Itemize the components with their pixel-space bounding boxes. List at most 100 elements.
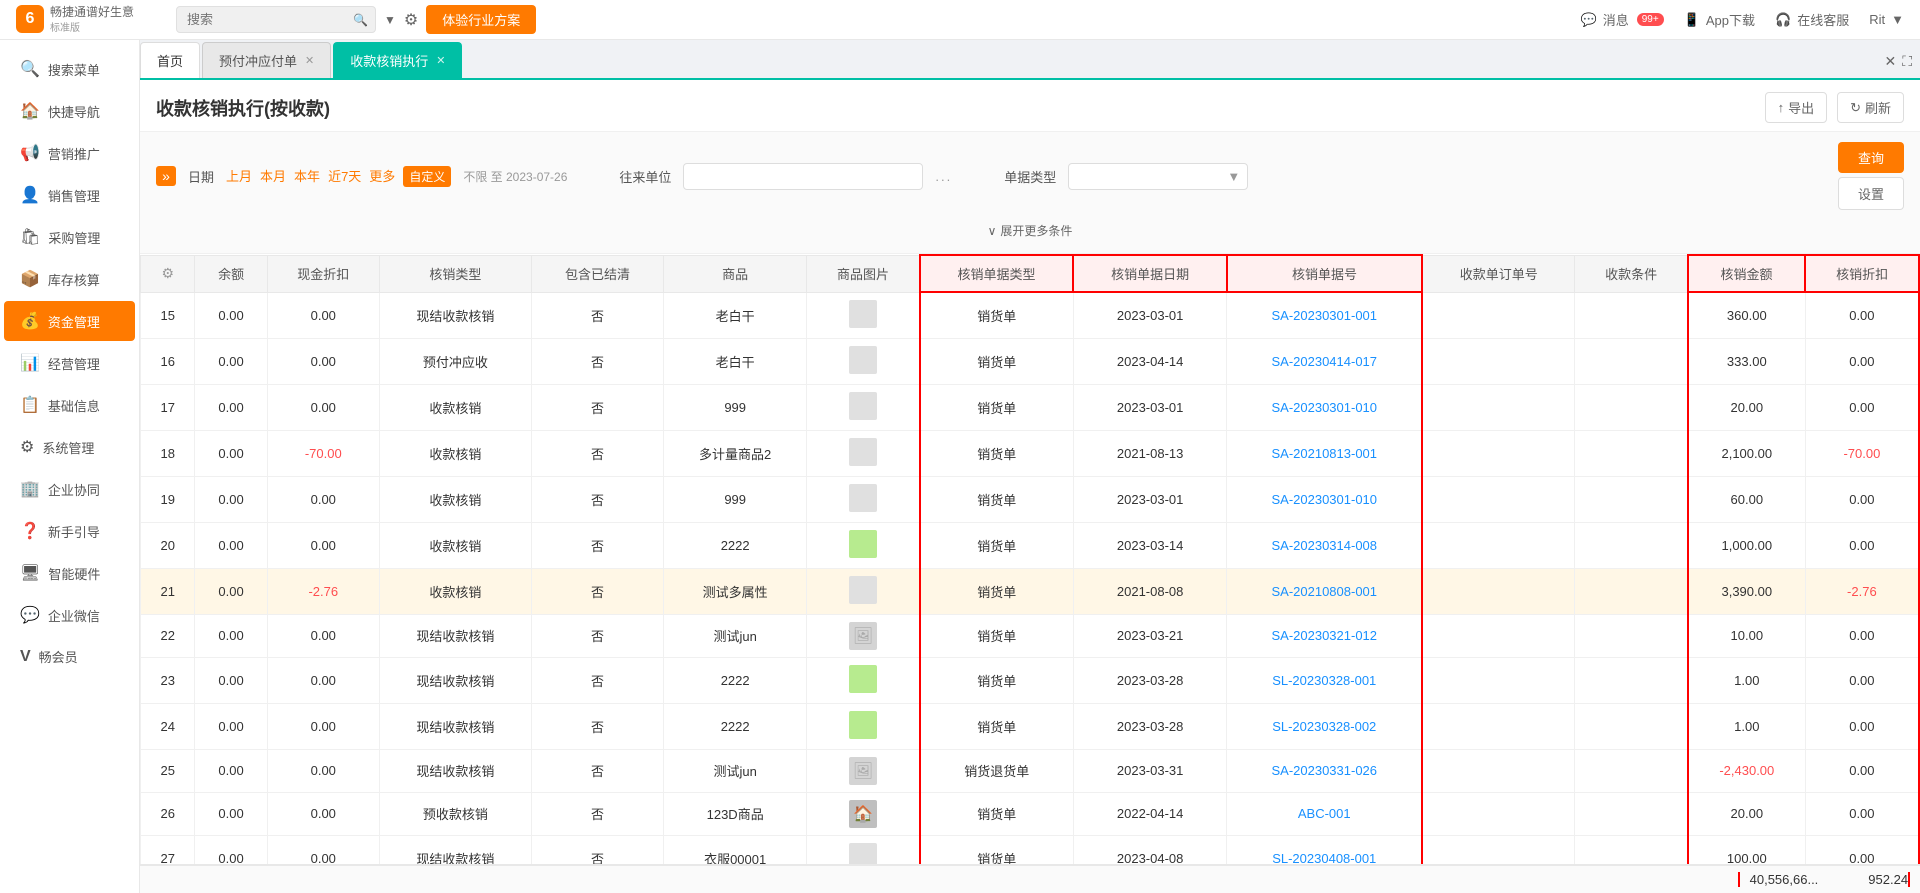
sidebar-item-basic[interactable]: 📋 基础信息 <box>4 385 135 425</box>
date-this-month[interactable]: 本月 <box>260 166 286 187</box>
sidebar-item-member[interactable]: V 畅会员 <box>4 637 135 676</box>
sidebar-item-system[interactable]: ⚙ 系统管理 <box>4 427 135 467</box>
doc-type-select[interactable] <box>1068 163 1248 190</box>
sales-icon: 👤 <box>20 185 40 205</box>
user-menu[interactable]: Rit ▼ <box>1869 12 1904 27</box>
cell-verify-type: 预收款核销 <box>379 792 531 835</box>
sidebar-item-business[interactable]: 📊 经营管理 <box>4 343 135 383</box>
verify-doc-link[interactable]: SA-20210813-001 <box>1271 446 1377 461</box>
cell-balance: 0.00 <box>195 614 267 657</box>
search-icon: 🔍 <box>20 59 40 79</box>
sidebar-item-search[interactable]: 🔍 搜索菜单 <box>4 49 135 89</box>
filter-setting-button[interactable]: 设置 <box>1838 177 1904 210</box>
verify-doc-link[interactable]: SA-20230331-026 <box>1271 763 1377 778</box>
export-button[interactable]: ↑ 导出 <box>1765 92 1828 123</box>
sidebar-item-sales[interactable]: 👤 销售管理 <box>4 175 135 215</box>
cell-verify-doc-no[interactable]: SL-20230328-001 <box>1227 657 1422 703</box>
date-custom[interactable]: 自定义 <box>403 166 451 187</box>
date-7days[interactable]: 近7天 <box>328 166 361 187</box>
verify-doc-link[interactable]: SA-20230301-001 <box>1271 308 1377 323</box>
expand-conditions-button[interactable]: ∨ 展开更多条件 <box>988 222 1073 239</box>
cell-verify-doc-no[interactable]: SA-20230321-012 <box>1227 614 1422 657</box>
row-number: 15 <box>141 292 195 338</box>
sidebar-item-finance[interactable]: 💰 资金管理 <box>4 301 135 341</box>
message-action[interactable]: 💬 消息 99+ <box>1581 10 1664 29</box>
tab-prepay[interactable]: 预付冲应付单 ✕ <box>202 42 331 78</box>
sidebar-item-marketing[interactable]: 📢 营销推广 <box>4 133 135 173</box>
row-number: 25 <box>141 749 195 792</box>
cell-verify-type: 现结收款核销 <box>379 292 531 338</box>
maximize-icon[interactable]: ⛶ <box>1902 53 1912 70</box>
row-number: 17 <box>141 384 195 430</box>
verify-doc-link[interactable]: SA-20230314-008 <box>1271 538 1377 553</box>
cell-verify-doc-date: 2023-03-31 <box>1073 749 1227 792</box>
col-verify-doc-type: 核销单据类型 <box>920 255 1074 292</box>
cell-verify-amount: 360.00 <box>1688 292 1805 338</box>
enterprise-icon: 🏢 <box>20 479 40 499</box>
cell-verify-doc-type: 销货单 <box>920 430 1074 476</box>
sidebar-item-purchase[interactable]: 🛍 采购管理 <box>4 217 135 257</box>
partner-input[interactable] <box>683 163 923 190</box>
message-badge: 99+ <box>1637 13 1664 26</box>
cell-goods-img <box>807 657 920 703</box>
verify-doc-link[interactable]: SA-20230414-017 <box>1271 354 1377 369</box>
cell-goods-img <box>807 522 920 568</box>
date-more[interactable]: 更多 <box>369 166 395 187</box>
cell-verify-doc-no[interactable]: SA-20230314-008 <box>1227 522 1422 568</box>
dropdown-icon[interactable]: ▼ <box>384 13 396 27</box>
cell-include-settled: 否 <box>531 703 663 749</box>
solution-button[interactable]: 体验行业方案 <box>426 5 536 34</box>
sidebar-item-hardware[interactable]: 🖥 智能硬件 <box>4 553 135 593</box>
search-input[interactable] <box>176 6 376 33</box>
cell-verify-doc-no[interactable]: SA-20230331-026 <box>1227 749 1422 792</box>
cell-goods: 测试jun <box>664 614 807 657</box>
cell-verify-doc-no[interactable]: SA-20230414-017 <box>1227 338 1422 384</box>
prepay-tab-close[interactable]: ✕ <box>305 54 314 67</box>
row-number: 24 <box>141 703 195 749</box>
table-container[interactable]: ⚙ 余额 现金折扣 核销类型 包含已结清 商品 商品图片 核销单据类型 核销单据… <box>140 254 1920 893</box>
sidebar-item-quicknav[interactable]: 🏠 快捷导航 <box>4 91 135 131</box>
verify-doc-link[interactable]: SA-20210808-001 <box>1271 584 1377 599</box>
sidebar-item-wechat[interactable]: 💬 企业微信 <box>4 595 135 635</box>
close-window-icon[interactable]: ✕ <box>1884 53 1896 70</box>
online-service-action[interactable]: 🎧 在线客服 <box>1775 10 1849 29</box>
sidebar-item-guide[interactable]: ❓ 新手引导 <box>4 511 135 551</box>
cell-verify-doc-no[interactable]: SA-20210808-001 <box>1227 568 1422 614</box>
cell-verify-doc-no[interactable]: SA-20230301-001 <box>1227 292 1422 338</box>
tab-home[interactable]: 首页 <box>140 42 200 78</box>
verify-doc-link[interactable]: SA-20230301-010 <box>1271 492 1377 507</box>
tab-receipts[interactable]: 收款核销执行 ✕ <box>333 42 462 78</box>
cell-goods: 2222 <box>664 657 807 703</box>
query-button[interactable]: 查询 <box>1838 142 1904 173</box>
cell-verify-doc-no[interactable]: SA-20230301-010 <box>1227 476 1422 522</box>
cell-verify-doc-no[interactable]: ABC-001 <box>1227 792 1422 835</box>
date-last-month[interactable]: 上月 <box>226 166 252 187</box>
verify-doc-link[interactable]: SL-20230328-002 <box>1272 719 1376 734</box>
cell-verify-amount: 333.00 <box>1688 338 1805 384</box>
verify-doc-link[interactable]: SA-20230301-010 <box>1271 400 1377 415</box>
basic-icon: 📋 <box>20 395 40 415</box>
receipts-tab-close[interactable]: ✕ <box>436 54 445 67</box>
cell-verify-doc-no[interactable]: SA-20230301-010 <box>1227 384 1422 430</box>
settings-icon[interactable]: ⚙ <box>404 10 418 30</box>
col-settings[interactable]: ⚙ <box>141 255 195 292</box>
col-balance: 余额 <box>195 255 267 292</box>
table-row: 230.000.00现结收款核销否2222销货单2023-03-28SL-202… <box>141 657 1920 703</box>
filter-expand-button[interactable]: » <box>156 166 176 186</box>
page-title: 收款核销执行(按收款) <box>156 95 330 121</box>
cell-verify-doc-no[interactable]: SA-20210813-001 <box>1227 430 1422 476</box>
col-settings-icon[interactable]: ⚙ <box>161 265 174 281</box>
sidebar-item-enterprise[interactable]: 🏢 企业协同 <box>4 469 135 509</box>
date-this-year[interactable]: 本年 <box>294 166 320 187</box>
app-download-action[interactable]: 📱 App下载 <box>1684 10 1755 29</box>
refresh-button[interactable]: ↻ 刷新 <box>1837 92 1904 123</box>
cell-include-settled: 否 <box>531 476 663 522</box>
sidebar-label-finance: 资金管理 <box>48 312 100 331</box>
cell-verify-doc-no[interactable]: SL-20230328-002 <box>1227 703 1422 749</box>
verify-doc-link[interactable]: ABC-001 <box>1298 806 1351 821</box>
verify-doc-link[interactable]: SA-20230321-012 <box>1271 628 1377 643</box>
verify-doc-link[interactable]: SL-20230328-001 <box>1272 673 1376 688</box>
cell-cash-discount: 0.00 <box>267 703 379 749</box>
sidebar-item-inventory[interactable]: 📦 库存核算 <box>4 259 135 299</box>
cell-balance: 0.00 <box>195 792 267 835</box>
